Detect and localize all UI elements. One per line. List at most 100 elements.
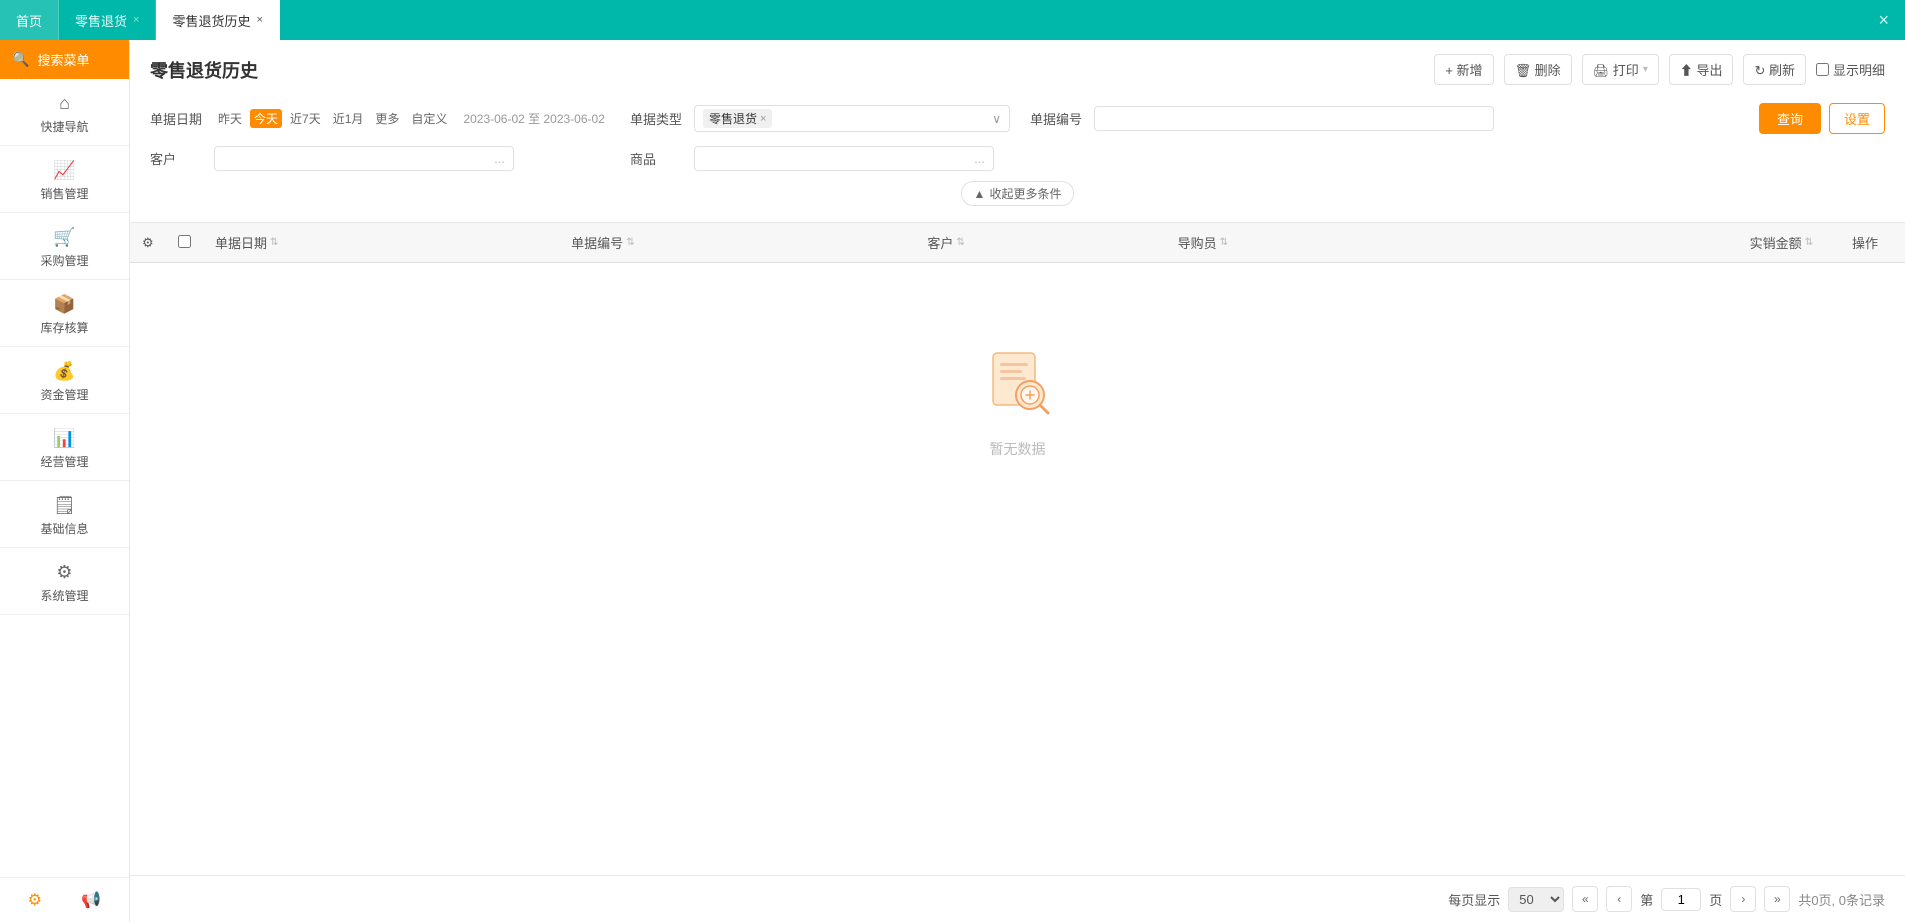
go-to-suffix-label: 页 [1709, 890, 1722, 909]
inventory-icon: 📦 [53, 294, 75, 315]
collapse-bar: ▲ 收起更多条件 [150, 177, 1885, 214]
date-opt-more[interactable]: 更多 [371, 109, 403, 128]
date-opt-custom[interactable]: 自定义 [407, 109, 451, 128]
last-page-icon: » [1774, 892, 1781, 906]
search-icon: 🔍 [12, 51, 29, 68]
page-size-label: 每页显示 [1448, 890, 1500, 909]
date-opt-1month[interactable]: 近1月 [329, 109, 368, 128]
tab-bar: 首页 零售退货 × 零售退货历史 × [0, 0, 1862, 40]
sidebar-item-quicknav[interactable]: ⌂ 快捷导航 [0, 79, 129, 146]
sidebar-item-sales[interactable]: 📈 销售管理 [0, 146, 129, 213]
tab-retail-return-close[interactable]: × [133, 14, 139, 26]
print-dropdown-icon: ▾ [1643, 64, 1648, 75]
th-guide-sort[interactable]: 导购员 ⇅ [1178, 233, 1457, 252]
sidebar-item-inventory[interactable]: 📦 库存核算 [0, 280, 129, 347]
tab-retail-return-history-label: 零售退货历史 [172, 11, 250, 30]
page-title: 零售退货历史 [150, 57, 258, 83]
purchase-icon: 🛒 [53, 227, 75, 248]
sidebar-label-business: 经营管理 [40, 453, 88, 470]
next-page-icon: › [1741, 892, 1745, 906]
filter-voucher-input[interactable] [1094, 106, 1494, 131]
date-range-text: 2023-06-02 至 2023-06-02 [463, 110, 604, 127]
delete-button-label: 🗑 删除 [1515, 60, 1561, 79]
filter-type-input[interactable]: 零售退货 × ∨ [694, 105, 1010, 132]
last-page-button[interactable]: » [1764, 886, 1790, 912]
tab-retail-return[interactable]: 零售退货 × [59, 0, 156, 40]
th-amount-sort[interactable]: 实销金额 ⇅ [1481, 233, 1813, 252]
sidebar-item-business[interactable]: 📊 经营管理 [0, 414, 129, 481]
delete-button[interactable]: 🗑 删除 [1504, 54, 1572, 85]
window-close-button[interactable]: × [1862, 10, 1905, 31]
th-date-label: 单据日期 [215, 233, 267, 252]
filter-customer-placeholder: ... [494, 151, 505, 166]
new-button[interactable]: + 新增 [1434, 54, 1493, 85]
settings-button[interactable]: 设置 [1829, 103, 1885, 134]
th-customer-sort[interactable]: 客户 ⇅ [927, 233, 1153, 252]
tab-retail-return-history[interactable]: 零售退货历史 × [156, 0, 279, 40]
filter-date-options: 昨天 今天 近7天 近1月 更多 自定义 [214, 109, 451, 128]
sidebar-item-finance[interactable]: 💰 资金管理 [0, 347, 129, 414]
first-page-button[interactable]: « [1572, 886, 1598, 912]
th-customer-label: 客户 [927, 233, 953, 252]
th-date[interactable]: 单据日期 ⇅ [203, 223, 559, 263]
speaker-icon[interactable]: 📢 [81, 890, 101, 910]
sidebar-item-basic[interactable]: 🗒 基础信息 [0, 481, 129, 548]
filter-goods-input[interactable]: ... [694, 146, 994, 171]
prev-page-icon: ‹ [1617, 892, 1621, 906]
th-guide-label: 导购员 [1178, 233, 1217, 252]
th-settings[interactable]: ⚙ [130, 223, 166, 263]
print-button[interactable]: 🖨 打印 ▾ [1582, 54, 1659, 85]
go-to-label: 第 [1640, 890, 1653, 909]
date-opt-7days[interactable]: 近7天 [286, 109, 325, 128]
filter-goods-label: 商品 [630, 149, 686, 168]
tab-retail-return-history-close[interactable]: × [256, 14, 262, 26]
sidebar-search[interactable]: 🔍 搜索菜单 [0, 40, 129, 79]
page-input[interactable] [1661, 888, 1701, 911]
sidebar-label-purchase: 采购管理 [40, 252, 88, 269]
export-button-label: ⬆ 导出 [1680, 60, 1723, 79]
date-opt-yesterday[interactable]: 昨天 [214, 109, 246, 128]
page-size-select[interactable]: 20 50 100 [1508, 887, 1564, 912]
first-page-icon: « [1582, 892, 1589, 906]
collapse-label: 收起更多条件 [989, 185, 1061, 202]
th-customer[interactable]: 客户 ⇅ [915, 223, 1165, 263]
select-all-checkbox[interactable] [178, 235, 191, 248]
sidebar-item-system[interactable]: ⚙ 系统管理 [0, 548, 129, 615]
th-date-sort[interactable]: 单据日期 ⇅ [215, 233, 547, 252]
query-button[interactable]: 查询 [1759, 103, 1821, 134]
filter-date-label: 单据日期 [150, 109, 206, 128]
page-total: 共0页, 0条记录 [1798, 890, 1885, 909]
th-voucher[interactable]: 单据编号 ⇅ [559, 223, 915, 263]
business-icon: 📊 [53, 428, 75, 449]
sidebar-item-purchase[interactable]: 🛒 采购管理 [0, 213, 129, 280]
collapse-up-icon: ▲ [974, 187, 986, 201]
content-area: 零售退货历史 + 新增 🗑 删除 🖨 打印 ▾ ⬆ 导出 [130, 40, 1905, 922]
th-voucher-sort[interactable]: 单据编号 ⇅ [571, 233, 903, 252]
sidebar-bottom: ⚙ 📢 [0, 877, 129, 922]
tab-home-label: 首页 [16, 11, 42, 30]
filter-area: 单据日期 昨天 今天 近7天 近1月 更多 自定义 2023-06-02 至 2… [150, 97, 1885, 222]
data-table: ⚙ 单据日期 ⇅ 单据编号 [130, 223, 1905, 539]
filter-customer-label: 客户 [150, 149, 206, 168]
filter-type-tag-close[interactable]: × [760, 113, 766, 125]
filter-goods-placeholder: ... [974, 151, 985, 166]
date-opt-today[interactable]: 今天 [250, 109, 282, 128]
show-detail-checkbox[interactable] [1816, 63, 1829, 76]
tab-home[interactable]: 首页 [0, 0, 59, 40]
next-page-button[interactable]: › [1730, 886, 1756, 912]
prev-page-button[interactable]: ‹ [1606, 886, 1632, 912]
filter-customer-input[interactable]: ... [214, 146, 514, 171]
th-actions: 操作 [1825, 223, 1905, 263]
filter-type-dropdown[interactable]: ∨ [992, 112, 1001, 126]
export-button[interactable]: ⬆ 导出 [1669, 54, 1734, 85]
refresh-button[interactable]: ↻ 刷新 [1743, 54, 1806, 85]
th-checkbox[interactable] [166, 223, 203, 263]
sidebar-label-quicknav: 快捷导航 [40, 118, 88, 135]
gear-icon: ⚙ [142, 235, 154, 250]
th-amount[interactable]: 实销金额 ⇅ [1469, 223, 1825, 263]
settings-bottom-icon[interactable]: ⚙ [28, 890, 42, 910]
sidebar-label-system: 系统管理 [40, 587, 88, 604]
th-guide[interactable]: 导购员 ⇅ [1166, 223, 1469, 263]
empty-text: 暂无数据 [990, 439, 1046, 459]
collapse-button[interactable]: ▲ 收起更多条件 [961, 181, 1075, 206]
